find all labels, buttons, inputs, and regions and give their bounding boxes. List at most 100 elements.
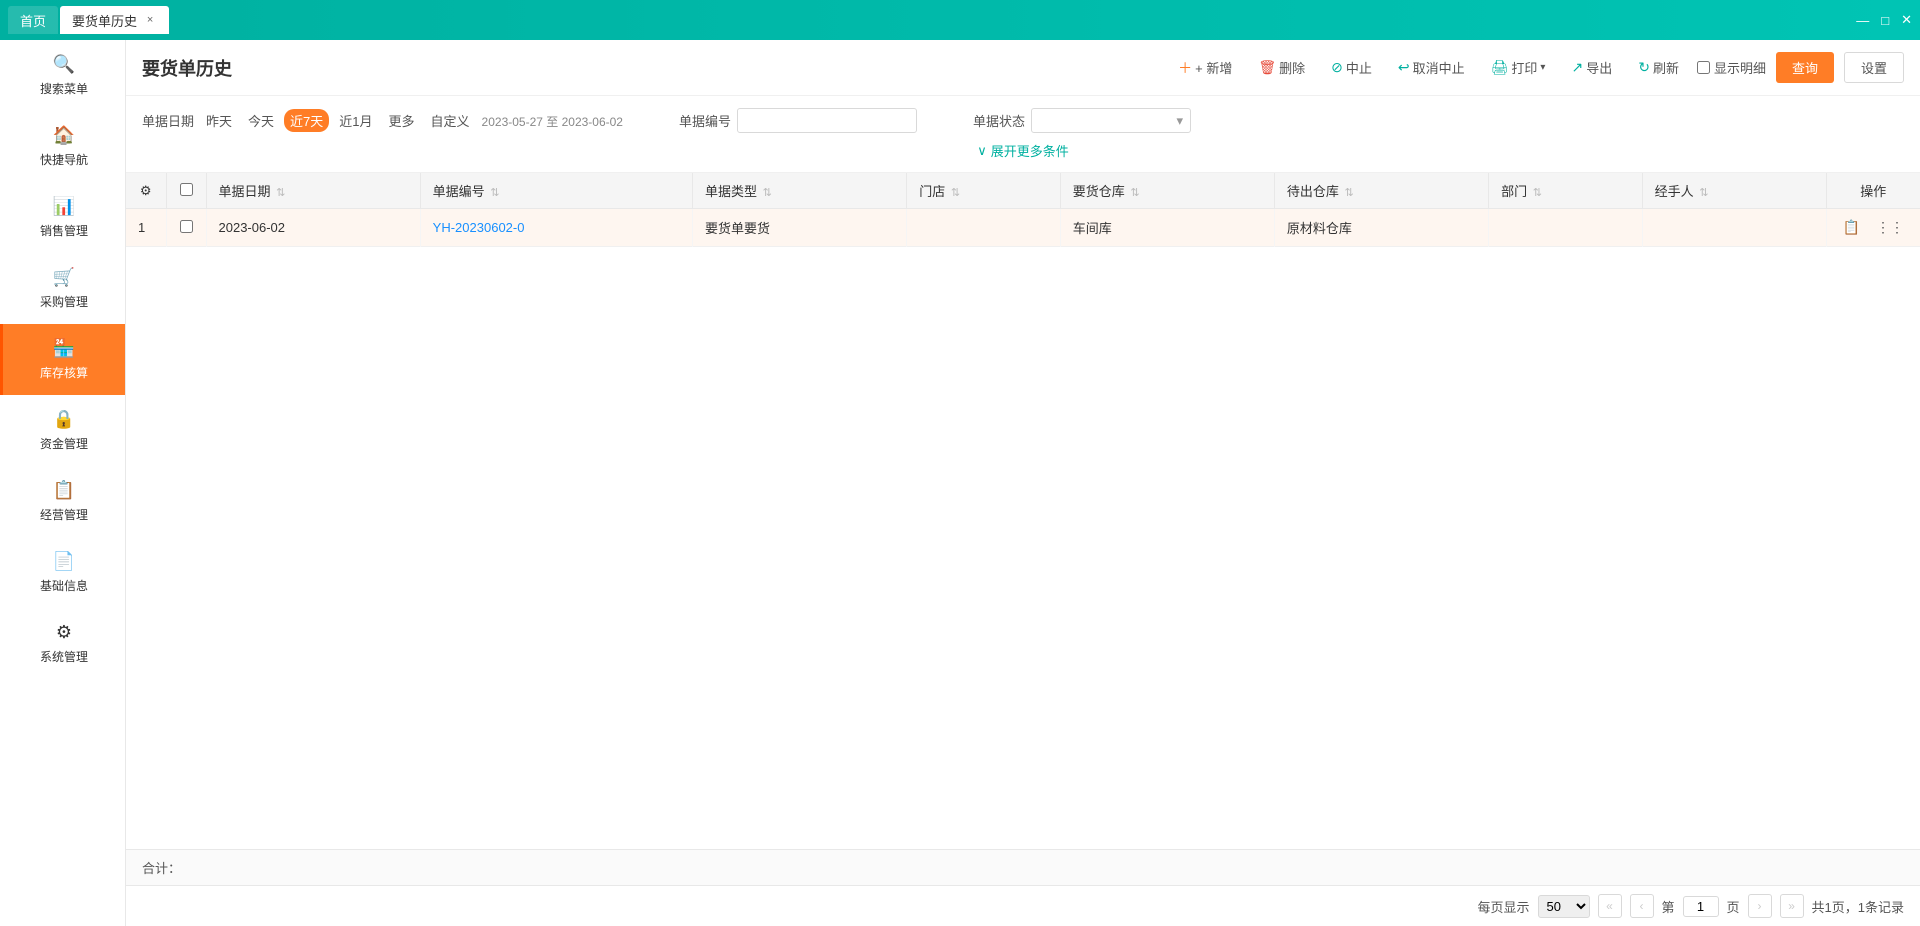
filter-row-1: 单据日期 昨天 今天 近7天 近1月 更多 自定义 2023-05-27 至 2… bbox=[142, 108, 1904, 133]
print-label: 打印 bbox=[1511, 58, 1537, 77]
sidebar-item-system-label: 系统管理 bbox=[40, 648, 88, 665]
delete-button[interactable]: 🗑 删除 bbox=[1250, 54, 1313, 81]
refresh-label: 刷新 bbox=[1653, 58, 1679, 77]
sales-icon: 📊 bbox=[53, 196, 75, 217]
show-detail-label: 显示明细 bbox=[1714, 58, 1766, 77]
doc-number-filter-group: 单据编号 bbox=[679, 108, 917, 133]
page-input[interactable] bbox=[1683, 896, 1719, 917]
tab-history[interactable]: 要货单历史 × bbox=[60, 6, 169, 34]
sidebar-item-search[interactable]: 🔍 搜索菜单 bbox=[0, 40, 125, 111]
date-shortcuts: 昨天 今天 近7天 近1月 更多 自定义 bbox=[200, 109, 476, 132]
table-header: ⚙ 单据日期 ⇅ 单据编号 ⇅ 单据类型 ⇅ 门店 ⇅ 要货仓库 ⇅ 待出仓库 … bbox=[126, 173, 1920, 209]
record-link[interactable]: YH-20230602-0 bbox=[433, 220, 525, 235]
sidebar-item-quick-nav[interactable]: 🏠 快捷导航 bbox=[0, 111, 125, 182]
page-suffix: 页 bbox=[1727, 897, 1740, 916]
row-req-warehouse: 车间库 bbox=[1060, 209, 1274, 247]
per-page-label: 每页显示 bbox=[1477, 897, 1529, 916]
basic-info-icon: 📄 bbox=[53, 551, 75, 572]
prev-page-button[interactable]: ‹ bbox=[1630, 894, 1654, 918]
export-button[interactable]: ↗ 导出 bbox=[1563, 54, 1620, 81]
select-all-checkbox[interactable] bbox=[180, 183, 193, 196]
row-date: 2023-06-02 bbox=[206, 209, 420, 247]
row-checkbox[interactable] bbox=[180, 220, 193, 233]
new-label: + 新增 bbox=[1195, 58, 1232, 77]
th-checkbox bbox=[166, 173, 206, 209]
settings-button[interactable]: 设置 bbox=[1844, 52, 1904, 83]
sidebar-item-system[interactable]: ⚙ 系统管理 bbox=[0, 608, 125, 679]
row-store bbox=[907, 209, 1061, 247]
window-close[interactable]: ✕ bbox=[1901, 12, 1912, 28]
doc-status-label: 单据状态 bbox=[973, 111, 1025, 130]
page-title: 要货单历史 bbox=[142, 55, 232, 81]
expand-more-button[interactable]: ∨ 展开更多条件 bbox=[977, 141, 1069, 160]
total-label: 共1页，1条记录 bbox=[1812, 897, 1904, 916]
main-layout: 🔍 搜索菜单 🏠 快捷导航 📊 销售管理 🛒 采购管理 🏪 库存核算 🔒 资金管… bbox=[0, 40, 1920, 926]
cancel-stop-button[interactable]: ↩ 取消中止 bbox=[1390, 54, 1473, 81]
date-shortcut-custom[interactable]: 自定义 bbox=[425, 109, 476, 132]
th-settings[interactable]: ⚙ bbox=[126, 173, 166, 209]
date-shortcut-7days[interactable]: 近7天 bbox=[284, 109, 329, 132]
export-label: 导出 bbox=[1586, 58, 1612, 77]
row-ops-container: 📋 ⋮⋮ bbox=[1839, 217, 1908, 238]
sort-number-icon: ⇅ bbox=[490, 187, 499, 199]
sidebar-item-inventory[interactable]: 🏪 库存核算 bbox=[0, 324, 125, 395]
date-shortcut-1month[interactable]: 近1月 bbox=[333, 109, 378, 132]
stop-icon: ⊘ bbox=[1331, 59, 1343, 76]
date-shortcut-today[interactable]: 今天 bbox=[242, 109, 280, 132]
doc-number-input[interactable] bbox=[737, 108, 917, 133]
tab-home[interactable]: 首页 bbox=[8, 6, 58, 34]
table-header-row: ⚙ 单据日期 ⇅ 单据编号 ⇅ 单据类型 ⇅ 门店 ⇅ 要货仓库 ⇅ 待出仓库 … bbox=[126, 173, 1920, 209]
toolbar: ＋ + 新增 🗑 删除 ⊘ 中止 ↩ 取消中止 bbox=[1170, 52, 1904, 83]
tab-close-icon[interactable]: × bbox=[143, 13, 157, 27]
sidebar-item-basic-info[interactable]: 📄 基础信息 bbox=[0, 537, 125, 608]
date-filter-label: 单据日期 bbox=[142, 111, 194, 130]
date-shortcut-yesterday[interactable]: 昨天 bbox=[200, 109, 238, 132]
th-type[interactable]: 单据类型 ⇅ bbox=[693, 173, 907, 209]
window-maximize[interactable]: □ bbox=[1881, 13, 1889, 28]
query-button[interactable]: 查询 bbox=[1776, 52, 1834, 83]
sidebar-item-basic-info-label: 基础信息 bbox=[40, 577, 88, 594]
sidebar-item-purchase[interactable]: 🛒 采购管理 bbox=[0, 253, 125, 324]
th-date[interactable]: 单据日期 ⇅ bbox=[206, 173, 420, 209]
first-page-button[interactable]: « bbox=[1598, 894, 1622, 918]
sidebar-item-operations[interactable]: 📋 经营管理 bbox=[0, 466, 125, 537]
show-detail-toggle[interactable]: 显示明细 bbox=[1697, 58, 1766, 77]
row-handler bbox=[1642, 209, 1826, 247]
th-req-warehouse[interactable]: 要货仓库 ⇅ bbox=[1060, 173, 1274, 209]
next-page-button[interactable]: › bbox=[1748, 894, 1772, 918]
row-edit-button[interactable]: 📋 bbox=[1839, 217, 1864, 238]
pagination-bar: 每页显示 20 50 100 200 « ‹ 第 页 › » 共1页，1条记录 bbox=[126, 885, 1920, 926]
th-ops: 操作 bbox=[1826, 173, 1920, 209]
sidebar-item-finance[interactable]: 🔒 资金管理 bbox=[0, 395, 125, 466]
data-table: ⚙ 单据日期 ⇅ 单据编号 ⇅ 单据类型 ⇅ 门店 ⇅ 要货仓库 ⇅ 待出仓库 … bbox=[126, 173, 1920, 247]
cancel-stop-label: 取消中止 bbox=[1413, 58, 1465, 77]
refresh-button[interactable]: ↻ 刷新 bbox=[1630, 54, 1687, 81]
th-store[interactable]: 门店 ⇅ bbox=[907, 173, 1061, 209]
sort-handler-icon: ⇅ bbox=[1699, 187, 1708, 199]
new-icon: ＋ bbox=[1178, 58, 1192, 78]
sidebar-item-inventory-label: 库存核算 bbox=[40, 364, 88, 381]
window-minimize[interactable]: — bbox=[1856, 13, 1869, 28]
per-page-select[interactable]: 20 50 100 200 bbox=[1538, 895, 1590, 918]
th-department[interactable]: 部门 ⇅ bbox=[1489, 173, 1643, 209]
sidebar-item-sales[interactable]: 📊 销售管理 bbox=[0, 182, 125, 253]
footer-sum: 合计： bbox=[126, 849, 1920, 885]
show-detail-checkbox[interactable] bbox=[1697, 61, 1710, 74]
date-shortcut-more[interactable]: 更多 bbox=[383, 109, 421, 132]
top-bar: 首页 要货单历史 × — □ ✕ bbox=[0, 0, 1920, 40]
stop-button[interactable]: ⊘ 中止 bbox=[1323, 54, 1380, 81]
date-filter-group: 单据日期 昨天 今天 近7天 近1月 更多 自定义 2023-05-27 至 2… bbox=[142, 109, 623, 132]
sidebar-item-operations-label: 经营管理 bbox=[40, 506, 88, 523]
print-button[interactable]: 🖨 打印 ▾ bbox=[1483, 54, 1554, 81]
table-row[interactable]: 1 2023-06-02 YH-20230602-0 要货单要货 车间库 bbox=[126, 209, 1920, 247]
doc-status-select[interactable] bbox=[1031, 108, 1191, 133]
th-number[interactable]: 单据编号 ⇅ bbox=[420, 173, 692, 209]
row-more-button[interactable]: ⋮⋮ bbox=[1872, 217, 1908, 238]
last-page-button[interactable]: » bbox=[1780, 894, 1804, 918]
th-handler[interactable]: 经手人 ⇅ bbox=[1642, 173, 1826, 209]
delete-label: 删除 bbox=[1279, 58, 1305, 77]
doc-status-filter-group: 单据状态 bbox=[973, 108, 1191, 133]
th-pending-warehouse[interactable]: 待出仓库 ⇅ bbox=[1274, 173, 1488, 209]
export-icon: ↗ bbox=[1571, 59, 1583, 76]
new-button[interactable]: ＋ + 新增 bbox=[1170, 54, 1240, 82]
